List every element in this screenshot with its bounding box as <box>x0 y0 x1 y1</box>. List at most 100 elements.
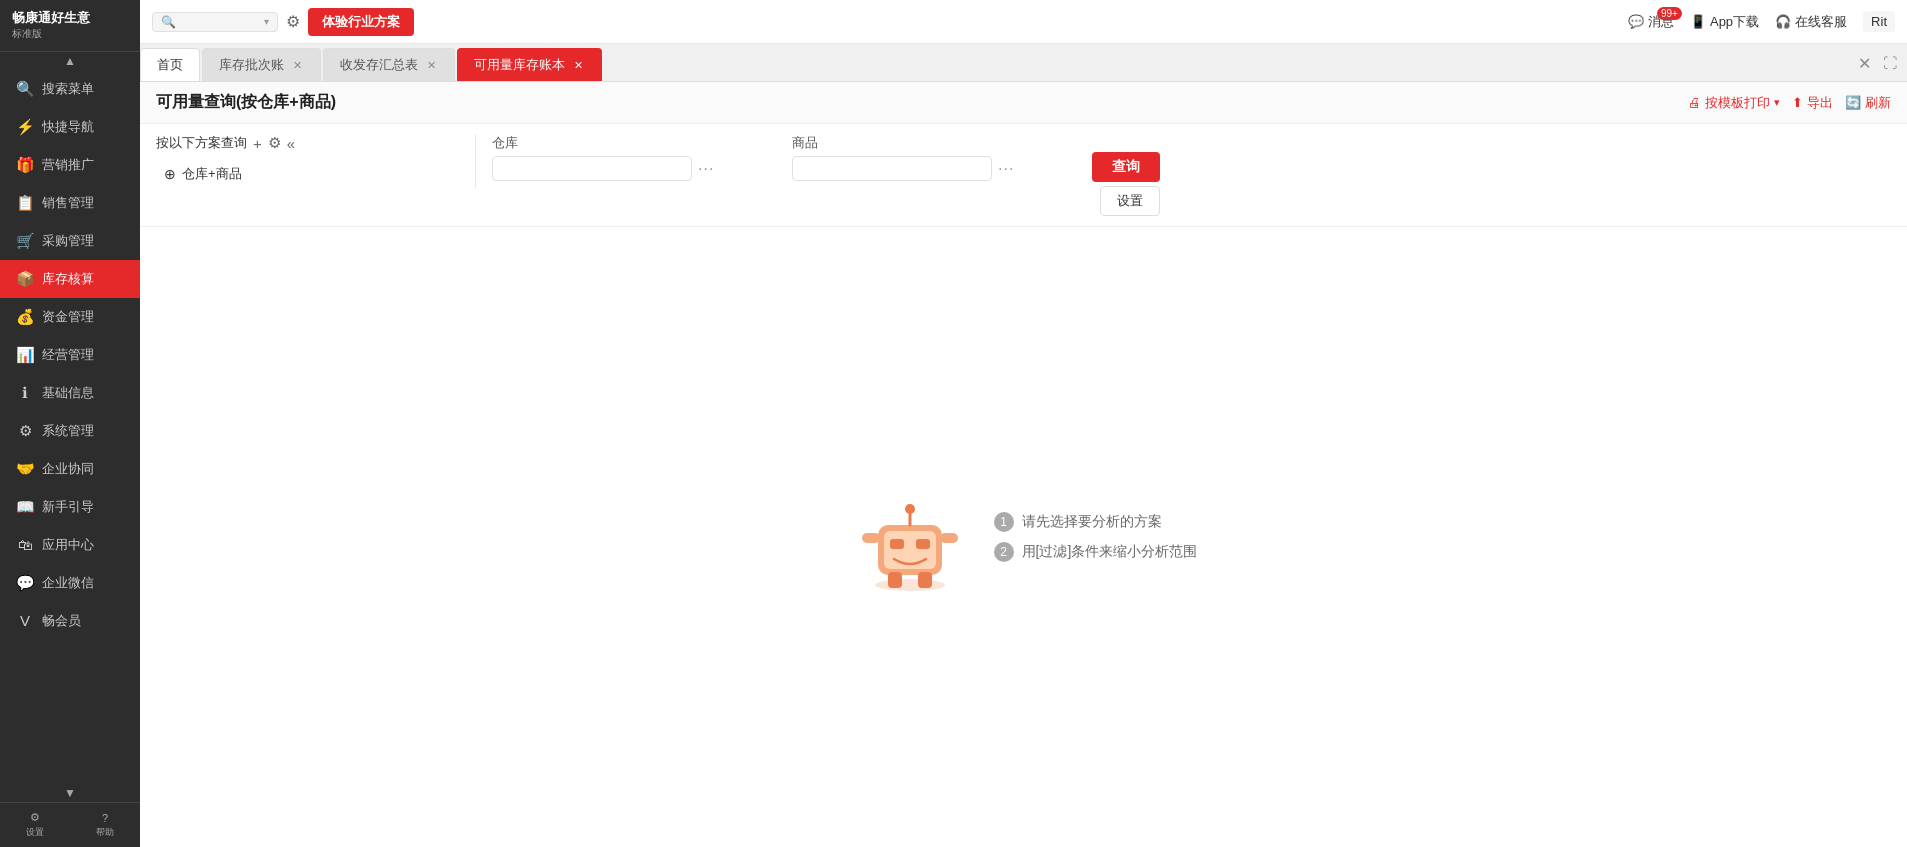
tabbar: 首页库存批次账✕收发存汇总表✕可用量库存账本✕✕ ⛶ <box>140 44 1907 82</box>
scheme-item-warehouse-product[interactable]: ⊕ 仓库+商品 <box>156 160 465 188</box>
empty-tip-1: 1 请先选择要分析的方案 <box>994 512 1198 532</box>
sidebar-label-2: 营销推广 <box>42 156 94 174</box>
sidebar-item-采购管理[interactable]: 🛒 采购管理 <box>0 222 140 260</box>
sidebar-items: 🔍搜索菜单⚡快捷导航 🎁 营销推广 📋销售管理 🛒 采购管理 📦 库存核算 💰资金管理📊经营管理… <box>0 70 140 784</box>
export-button[interactable]: ⬆ 导出 <box>1792 94 1833 112</box>
sidebar-settings-btn[interactable]: ⚙设置 <box>26 811 44 839</box>
sidebar-icon-1: ⚡ <box>16 118 34 136</box>
product-input[interactable] <box>792 156 992 181</box>
tab-3[interactable]: 可用量库存账本✕ <box>457 48 602 81</box>
svg-rect-3 <box>890 539 904 549</box>
topbar-right: 💬 消息 99+ 📱 App下载 🎧 在线客服 Rit <box>1628 11 1895 32</box>
sidebar-icon-14: V <box>16 612 34 629</box>
page-title: 可用量查询(按仓库+商品) <box>156 92 336 113</box>
sidebar-item-系统管理[interactable]: ⚙系统管理 <box>0 412 140 450</box>
sidebar-item-畅会员[interactable]: V畅会员 <box>0 602 140 640</box>
tip-1-number: 1 <box>994 512 1014 532</box>
sidebar-item-营销推广[interactable]: 🎁 营销推广 <box>0 146 140 184</box>
tab-2[interactable]: 收发存汇总表 ✕ <box>323 48 455 81</box>
product-more-btn[interactable]: ··· <box>998 160 1014 178</box>
query-button[interactable]: 查询 <box>1092 152 1160 182</box>
sidebar-icon-2: 🎁 <box>16 156 34 174</box>
empty-state: 1 请先选择要分析的方案 2 用[过滤]条件来缩小分析范围 <box>140 227 1907 847</box>
svg-point-0 <box>875 579 945 591</box>
chevron-down-icon: ▾ <box>264 16 269 27</box>
search-icon: 🔍 <box>161 15 176 29</box>
warehouse-label: 仓库 <box>492 134 772 152</box>
close-all-tabs-btn[interactable]: ✕ <box>1858 53 1871 72</box>
gear-icon[interactable]: ⚙ <box>286 12 300 31</box>
phone-icon: 📱 <box>1690 14 1706 29</box>
sidebar-scroll-down[interactable]: ▼ <box>0 784 140 802</box>
page-header: 可用量查询(按仓库+商品) 🖨 按模板打印 ▾ ⬆ 导出 🔄 刷新 <box>140 82 1907 124</box>
sidebar-item-经营管理[interactable]: 📊经营管理 <box>0 336 140 374</box>
product-label: 商品 <box>792 134 1072 152</box>
tab-0[interactable]: 首页 <box>140 48 200 81</box>
tab-label-1: 库存批次账 <box>219 56 284 74</box>
empty-tip-2: 2 用[过滤]条件来缩小分析范围 <box>994 542 1198 562</box>
warehouse-input-row: ··· <box>492 156 772 181</box>
collapse-scheme-btn[interactable]: « <box>287 135 295 152</box>
sidebar-item-新手引导[interactable]: 📖新手引导 <box>0 488 140 526</box>
svg-rect-7 <box>862 533 880 543</box>
filter-area: 仓库 ··· 商品 ··· 查询 设置 <box>476 134 1891 216</box>
search-input[interactable] <box>180 15 260 29</box>
topbar-search-box[interactable]: 🔍 ▾ <box>152 12 278 32</box>
online-service-btn[interactable]: 🎧 在线客服 <box>1775 13 1847 31</box>
tab-close-2[interactable]: ✕ <box>424 58 438 72</box>
user-menu[interactable]: Rit <box>1863 11 1895 32</box>
printer-icon: 🖨 <box>1688 95 1701 110</box>
sidebar-icon-13: 💬 <box>16 574 34 592</box>
sidebar-item-基础信息[interactable]: ℹ基础信息 <box>0 374 140 412</box>
sidebar-icon-4: 🛒 <box>16 232 34 250</box>
sidebar-item-应用中心[interactable]: 🛍应用中心 <box>0 526 140 564</box>
tip-2-number: 2 <box>994 542 1014 562</box>
sidebar-label-10: 企业协同 <box>42 460 94 478</box>
headset-icon: 🎧 <box>1775 14 1791 29</box>
scheme-item-label: 仓库+商品 <box>182 165 242 183</box>
sidebar-help-btn[interactable]: ?帮助 <box>96 812 114 839</box>
empty-tips: 1 请先选择要分析的方案 2 用[过滤]条件来缩小分析范围 <box>994 512 1198 562</box>
svg-point-6 <box>905 504 915 514</box>
scheme-header-label: 按以下方案查询 <box>156 134 247 152</box>
expand-tabs-btn[interactable]: ⛶ <box>1883 55 1897 71</box>
tab-close-1[interactable]: ✕ <box>290 58 304 72</box>
sidebar-scroll-up[interactable]: ▲ <box>0 52 140 70</box>
tab-close-3[interactable]: ✕ <box>571 58 585 72</box>
svg-rect-8 <box>940 533 958 543</box>
svg-rect-4 <box>916 539 930 549</box>
warehouse-more-btn[interactable]: ··· <box>698 160 714 178</box>
page-content: 可用量查询(按仓库+商品) 🖨 按模板打印 ▾ ⬆ 导出 🔄 刷新 <box>140 82 1907 847</box>
sidebar-label-4: 采购管理 <box>42 232 94 250</box>
sidebar-icon-6: 💰 <box>16 308 34 326</box>
main-area: 🔍 ▾ ⚙ 体验行业方案 💬 消息 99+ 📱 App下载 🎧 在线客服 Rit <box>140 0 1907 847</box>
sidebar-item-快捷导航[interactable]: ⚡快捷导航 <box>0 108 140 146</box>
sidebar-item-库存核算[interactable]: 📦 库存核算 <box>0 260 140 298</box>
sidebar-item-销售管理[interactable]: 📋销售管理 <box>0 184 140 222</box>
refresh-button[interactable]: 🔄 刷新 <box>1845 94 1891 112</box>
sidebar-item-搜索菜单[interactable]: 🔍搜索菜单 <box>0 70 140 108</box>
scheme-settings-btn[interactable]: ⚙ <box>268 134 281 152</box>
tab-label-2: 收发存汇总表 <box>340 56 418 74</box>
message-btn[interactable]: 💬 消息 99+ <box>1628 13 1674 31</box>
app-download-btn[interactable]: 📱 App下载 <box>1690 13 1759 31</box>
sidebar-icon-5: 📦 <box>16 270 34 288</box>
topbar: 🔍 ▾ ⚙ 体验行业方案 💬 消息 99+ 📱 App下载 🎧 在线客服 Rit <box>140 0 1907 44</box>
message-icon: 💬 <box>1628 14 1644 29</box>
sidebar-item-企业微信[interactable]: 💬 企业微信 <box>0 564 140 602</box>
sidebar-label-5: 库存核算 <box>42 270 94 288</box>
warehouse-input[interactable] <box>492 156 692 181</box>
scheme-panel: 按以下方案查询 + ⚙ « ⊕ 仓库+商品 <box>156 134 476 188</box>
sidebar-icon-8: ℹ <box>16 384 34 402</box>
trial-button[interactable]: 体验行业方案 <box>308 8 414 36</box>
add-scheme-btn[interactable]: + <box>253 135 262 152</box>
sidebar-label-13: 企业微信 <box>42 574 94 592</box>
sidebar-label-12: 应用中心 <box>42 536 94 554</box>
app-version: 标准版 <box>12 27 90 41</box>
sidebar-item-企业协同[interactable]: 🤝企业协同 <box>0 450 140 488</box>
sidebar-item-资金管理[interactable]: 💰资金管理 <box>0 298 140 336</box>
print-button[interactable]: 🖨 按模板打印 ▾ <box>1688 94 1780 112</box>
refresh-icon: 🔄 <box>1845 95 1861 110</box>
settings-button[interactable]: 设置 <box>1100 186 1160 216</box>
tab-1[interactable]: 库存批次账 ✕ <box>202 48 321 81</box>
